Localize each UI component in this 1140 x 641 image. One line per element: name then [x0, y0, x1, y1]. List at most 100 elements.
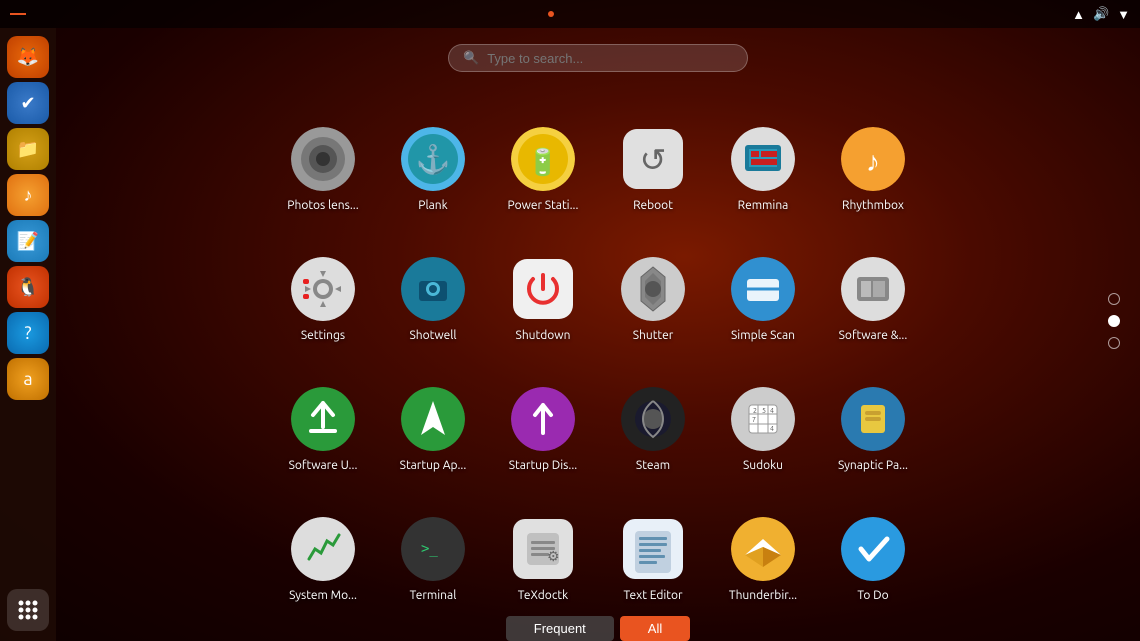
page-dot-0[interactable] [1108, 293, 1120, 305]
app-simple-scan[interactable]: Simple Scan [708, 218, 818, 348]
app-icon-steam [621, 387, 685, 451]
app-label-texdoctk: TeXdoctk [518, 589, 568, 602]
topbar-right: ▲ 🔊 ▼ [1072, 7, 1130, 22]
topbar: ▲ 🔊 ▼ [0, 0, 1140, 28]
svg-text:4: 4 [770, 407, 774, 415]
app-startup-dis[interactable]: Startup Dis... [488, 348, 598, 478]
system-menu-icon[interactable]: ▼ [1117, 7, 1130, 22]
app-texdoctk[interactable]: ⚙ TeXdoctk [488, 478, 598, 608]
app-label-sudoku: Sudoku [743, 459, 783, 472]
bottom-tabs: FrequentAll [506, 616, 691, 641]
app-settings[interactable]: Settings [268, 218, 378, 348]
wifi-icon[interactable]: ▲ [1072, 7, 1085, 22]
app-label-shotwell: Shotwell [409, 329, 456, 342]
app-label-plank: Plank [418, 199, 447, 212]
svg-text:🔋: 🔋 [527, 147, 559, 177]
app-label-settings: Settings [301, 329, 345, 342]
app-icon-settings [291, 257, 355, 321]
svg-text:7: 7 [752, 416, 756, 424]
sidebar-item-files[interactable]: 📁 [7, 128, 49, 170]
svg-text:⚓: ⚓ [416, 143, 451, 176]
app-rhythmbox[interactable]: ♪ Rhythmbox [818, 88, 928, 218]
app-grid: Photos lens... ⚓ Plank 🔋 Power Stati... ↺ Rebo… [268, 88, 928, 608]
app-system-mo[interactable]: System Mo... [268, 478, 378, 608]
sidebar-item-firefox[interactable]: 🦊 [7, 36, 49, 78]
app-icon-startup-ap [401, 387, 465, 451]
app-icon-shotwell [401, 257, 465, 321]
app-icon-startup-dis [511, 387, 575, 451]
app-remmina[interactable]: Remmina [708, 88, 818, 218]
show-apps-button[interactable] [7, 589, 49, 631]
app-label-photos-lens: Photos lens... [287, 199, 358, 212]
page-dots [1108, 293, 1120, 349]
app-icon-power-stati: 🔋 [511, 127, 575, 191]
tab-all[interactable]: All [620, 616, 690, 641]
app-to-do[interactable]: To Do [818, 478, 928, 608]
app-text-editor[interactable]: Text Editor [598, 478, 708, 608]
notification-dot [548, 11, 554, 17]
app-power-stati[interactable]: 🔋 Power Stati... [488, 88, 598, 218]
app-label-reboot: Reboot [633, 199, 673, 212]
svg-text:2: 2 [753, 407, 757, 415]
app-icon-reboot: ↺ [621, 127, 685, 191]
search-bar[interactable]: 🔍 [448, 44, 748, 72]
tab-frequent[interactable]: Frequent [506, 616, 614, 641]
sidebar: 🦊✔📁♪📝🐧?a [0, 28, 56, 641]
app-software[interactable]: Software &... [818, 218, 928, 348]
main-content: 🔍 Photos lens... ⚓ Plank 🔋 Power Stati... ↺ Re… [56, 28, 1140, 641]
search-input[interactable] [487, 51, 733, 66]
app-label-software: Software &... [839, 329, 908, 342]
app-startup-ap[interactable]: Startup Ap... [378, 348, 488, 478]
app-icon-sudoku: 2 5 7 4 4 [731, 387, 795, 451]
app-label-text-editor: Text Editor [623, 589, 682, 602]
app-thunderbird[interactable]: Thunderbir... [708, 478, 818, 608]
volume-icon[interactable]: 🔊 [1093, 7, 1109, 22]
app-software-u[interactable]: Software U... [268, 348, 378, 478]
activities-button[interactable] [10, 13, 26, 15]
app-icon-system-mo [291, 517, 355, 581]
app-shutdown[interactable]: Shutdown [488, 218, 598, 348]
app-icon-text-editor [621, 517, 685, 581]
sidebar-item-rhythmbox[interactable]: ♪ [7, 174, 49, 216]
svg-text:5: 5 [762, 407, 766, 415]
app-icon-shutter [621, 257, 685, 321]
sidebar-item-amazon[interactable]: a [7, 358, 49, 400]
app-icon-simple-scan [731, 257, 795, 321]
app-icon-texdoctk: ⚙ [511, 517, 575, 581]
app-label-synaptic-pa: Synaptic Pa... [838, 459, 908, 472]
app-synaptic-pa[interactable]: Synaptic Pa... [818, 348, 928, 478]
app-icon-synaptic-pa [841, 387, 905, 451]
app-label-thunderbird: Thunderbir... [729, 589, 797, 602]
app-photos-lens[interactable]: Photos lens... [268, 88, 378, 218]
app-label-system-mo: System Mo... [289, 589, 357, 602]
app-label-startup-ap: Startup Ap... [400, 459, 467, 472]
app-label-steam: Steam [636, 459, 670, 472]
sidebar-item-tasks[interactable]: ✔ [7, 82, 49, 124]
app-steam[interactable]: Steam [598, 348, 708, 478]
app-sudoku[interactable]: 2 5 7 4 4 Sudoku [708, 348, 818, 478]
app-icon-rhythmbox: ♪ [841, 127, 905, 191]
app-label-software-u: Software U... [289, 459, 358, 472]
svg-text:⚙: ⚙ [547, 548, 560, 564]
sidebar-item-help[interactable]: ? [7, 312, 49, 354]
page-dot-1[interactable] [1108, 315, 1120, 327]
app-icon-to-do [841, 517, 905, 581]
app-shutter[interactable]: Shutter [598, 218, 708, 348]
sidebar-item-ubuntu[interactable]: 🐧 [7, 266, 49, 308]
app-icon-remmina [731, 127, 795, 191]
app-terminal[interactable]: >_ Terminal [378, 478, 488, 608]
svg-text:↺: ↺ [640, 142, 667, 178]
app-icon-photos-lens [291, 127, 355, 191]
app-reboot[interactable]: ↺ Reboot [598, 88, 708, 218]
topbar-center [26, 11, 1072, 17]
search-icon: 🔍 [463, 51, 479, 66]
app-plank[interactable]: ⚓ Plank [378, 88, 488, 218]
app-shotwell[interactable]: Shotwell [378, 218, 488, 348]
app-label-simple-scan: Simple Scan [731, 329, 795, 342]
app-icon-software [841, 257, 905, 321]
sidebar-item-text-editor[interactable]: 📝 [7, 220, 49, 262]
app-label-rhythmbox: Rhythmbox [842, 199, 904, 212]
page-dot-2[interactable] [1108, 337, 1120, 349]
app-label-power-stati: Power Stati... [508, 199, 579, 212]
app-icon-thunderbird [731, 517, 795, 581]
